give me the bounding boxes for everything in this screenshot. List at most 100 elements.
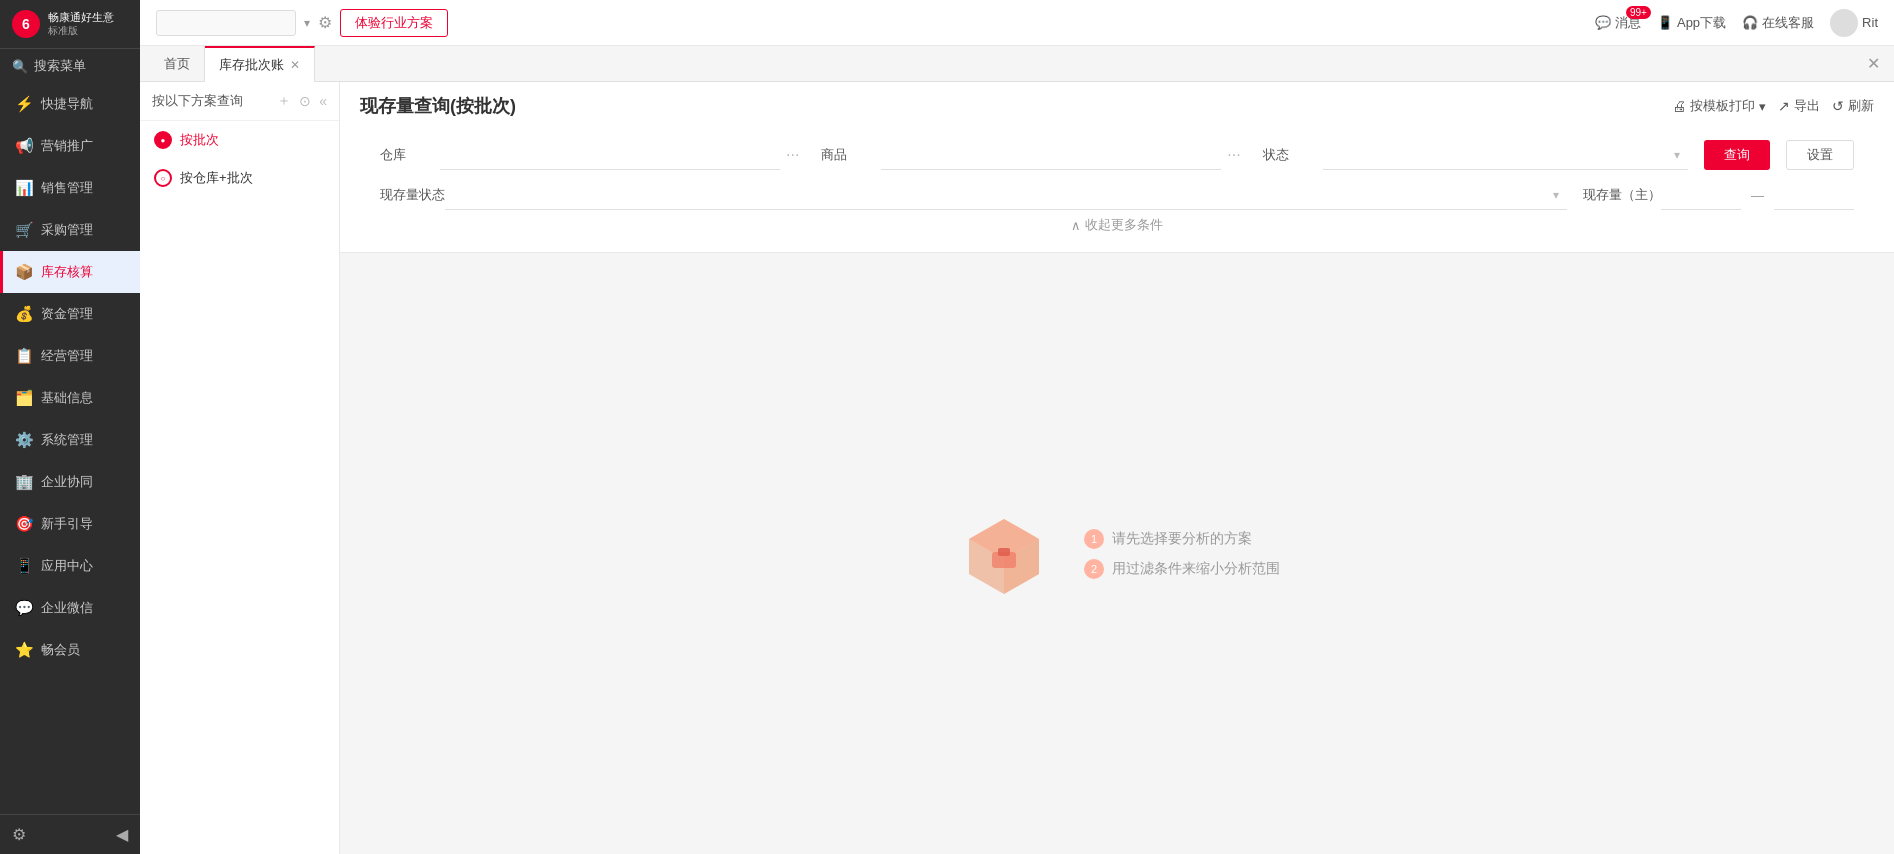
wechat-icon: 💬: [15, 599, 33, 617]
user-name: Rit: [1862, 15, 1878, 30]
sidebar-item-label: 经营管理: [41, 347, 93, 365]
empty-tips: 1 请先选择要分析的方案 2 用过滤条件来缩小分析范围: [1084, 529, 1280, 579]
filter-area: 仓库 ··· 商品 ··· 状态: [360, 128, 1874, 252]
status-filter: 状态 ▾: [1263, 140, 1688, 170]
filter-row-1: 仓库 ··· 商品 ··· 状态: [380, 140, 1854, 170]
sidebar-item-label: 库存核算: [41, 263, 93, 281]
goods-dots[interactable]: ···: [1221, 146, 1246, 164]
close-all-tabs-icon[interactable]: ✕: [1853, 54, 1894, 73]
plan-warehouse-batch-label: 按仓库+批次: [180, 169, 253, 187]
settings-button[interactable]: 设置: [1786, 140, 1854, 170]
inventory-status-filter: 现存量状态 ▾: [380, 180, 1567, 210]
main-content: 现存量查询(按批次) 🖨 按模板打印 ▾ ↗ 导出 ↺: [340, 82, 1894, 854]
sidebar-item-purchase[interactable]: 🛒 采购管理: [0, 209, 140, 251]
empty-tip-2: 2 用过滤条件来缩小分析范围: [1084, 559, 1280, 579]
sidebar-item-marketing[interactable]: 📢 营销推广: [0, 125, 140, 167]
goods-input[interactable]: [881, 140, 1221, 170]
sidebar-item-sales[interactable]: 📊 销售管理: [0, 167, 140, 209]
inventory-qty-input-max[interactable]: [1774, 180, 1854, 210]
warehouse-filter: 仓库 ···: [380, 140, 805, 170]
topbar-gear-icon[interactable]: ⚙: [318, 13, 332, 32]
inventory-status-label: 现存量状态: [380, 186, 445, 204]
empty-state: 1 请先选择要分析的方案 2 用过滤条件来缩小分析范围: [340, 253, 1894, 854]
main-area: ▾ ⚙ 体验行业方案 💬 消息 99+ 📱 App下载 🎧 在线客服 Rit: [140, 0, 1894, 854]
export-btn[interactable]: ↗ 导出: [1778, 97, 1820, 115]
enterprise-icon: 🏢: [15, 473, 33, 491]
member-icon: ⭐: [15, 641, 33, 659]
sidebar-item-inventory[interactable]: 📦 库存核算: [0, 251, 140, 293]
purchase-icon: 🛒: [15, 221, 33, 239]
svg-rect-5: [998, 548, 1010, 556]
inventory-status-chevron-icon: ▾: [1553, 188, 1559, 202]
status-select[interactable]: ▾: [1323, 140, 1688, 170]
sidebar-item-wechat[interactable]: 💬 企业微信: [0, 587, 140, 629]
appcenter-icon: 📱: [15, 557, 33, 575]
collapse-sidebar-icon[interactable]: ◀: [116, 825, 128, 844]
app-download-item[interactable]: 📱 App下载: [1657, 14, 1726, 32]
export-label: 导出: [1794, 97, 1820, 115]
left-panel-header: 按以下方案查询 ＋ ⊙ «: [140, 82, 339, 121]
active-tab-label: 库存批次账: [219, 56, 284, 74]
sidebar-item-label: 销售管理: [41, 179, 93, 197]
sidebar-item-newbie[interactable]: 🎯 新手引导: [0, 503, 140, 545]
online-service-item[interactable]: 🎧 在线客服: [1742, 14, 1814, 32]
empty-state-icon: [954, 504, 1054, 604]
finance-icon: 💰: [15, 305, 33, 323]
warehouse-dots[interactable]: ···: [780, 146, 805, 164]
warehouse-label: 仓库: [380, 146, 440, 164]
add-plan-icon[interactable]: ＋: [277, 92, 291, 110]
sidebar-item-appcenter[interactable]: 📱 应用中心: [0, 545, 140, 587]
status-label: 状态: [1263, 146, 1323, 164]
inventory-status-select[interactable]: ▾: [445, 180, 1567, 210]
sales-icon: 📊: [15, 179, 33, 197]
content-area: 按以下方案查询 ＋ ⊙ « ● 按批次 ○ 按仓库+批次 现存量查询: [140, 82, 1894, 854]
warehouse-input[interactable]: [440, 140, 780, 170]
inventory-qty-input-min[interactable]: [1661, 180, 1741, 210]
marketing-icon: 📢: [15, 137, 33, 155]
sidebar-item-label: 资金管理: [41, 305, 93, 323]
tab-home[interactable]: 首页: [150, 46, 205, 82]
inventory-icon: 📦: [15, 263, 33, 281]
tip-text-2: 用过滤条件来缩小分析范围: [1112, 560, 1280, 578]
tab-inventory-batch[interactable]: 库存批次账 ✕: [205, 46, 315, 82]
sidebar-item-label: 企业协同: [41, 473, 93, 491]
sidebar-item-system[interactable]: ⚙️ 系统管理: [0, 419, 140, 461]
collapse-filters-btn[interactable]: ∧ 收起更多条件: [380, 210, 1854, 240]
messages-item[interactable]: 💬 消息 99+: [1595, 14, 1641, 32]
sidebar-logo: 6 畅康通好生意 标准版: [0, 0, 140, 49]
sidebar-item-operations[interactable]: 📋 经营管理: [0, 335, 140, 377]
search-menu-label: 搜索菜单: [34, 57, 86, 75]
collapse-panel-icon[interactable]: «: [319, 93, 327, 109]
refresh-icon: ↺: [1832, 98, 1844, 114]
plan-item-by-warehouse-batch[interactable]: ○ 按仓库+批次: [140, 159, 339, 197]
tip-number-1: 1: [1084, 529, 1104, 549]
plan-settings-icon[interactable]: ⊙: [299, 93, 311, 109]
inventory-qty-filter: 现存量（主） —: [1583, 180, 1854, 210]
refresh-btn[interactable]: ↺ 刷新: [1832, 97, 1874, 115]
print-btn[interactable]: 🖨 按模板打印 ▾: [1672, 97, 1766, 115]
sidebar-item-label: 系统管理: [41, 431, 93, 449]
headset-icon: 🎧: [1742, 15, 1758, 30]
sidebar-item-enterprise[interactable]: 🏢 企业协同: [0, 461, 140, 503]
inventory-qty-label: 现存量（主）: [1583, 186, 1661, 204]
plan-item-by-batch[interactable]: ● 按批次: [140, 121, 339, 159]
search-button[interactable]: 查询: [1704, 140, 1770, 170]
app-logo-icon: 6: [12, 10, 40, 38]
app-download-label: App下载: [1677, 14, 1726, 32]
topbar-search-input[interactable]: [156, 10, 296, 36]
sidebar-item-basics[interactable]: 🗂️ 基础信息: [0, 377, 140, 419]
basics-icon: 🗂️: [15, 389, 33, 407]
app-version: 标准版: [48, 24, 114, 38]
sidebar-item-shortcut[interactable]: ⚡ 快捷导航: [0, 83, 140, 125]
tab-close-icon[interactable]: ✕: [290, 59, 300, 71]
plan-warehouse-batch-icon: ○: [154, 169, 172, 187]
trial-btn[interactable]: 体验行业方案: [340, 9, 448, 37]
topbar-chevron-icon[interactable]: ▾: [304, 16, 310, 30]
inventory-qty-dash: —: [1741, 188, 1774, 203]
user-avatar-item[interactable]: Rit: [1830, 9, 1878, 37]
sidebar-bottom: ⚙ ◀: [0, 814, 140, 854]
sidebar-item-finance[interactable]: 💰 资金管理: [0, 293, 140, 335]
sidebar-item-member[interactable]: ⭐ 畅会员: [0, 629, 140, 671]
settings-bottom-icon[interactable]: ⚙: [12, 825, 26, 844]
search-menu-item[interactable]: 🔍 搜索菜单: [0, 49, 140, 83]
